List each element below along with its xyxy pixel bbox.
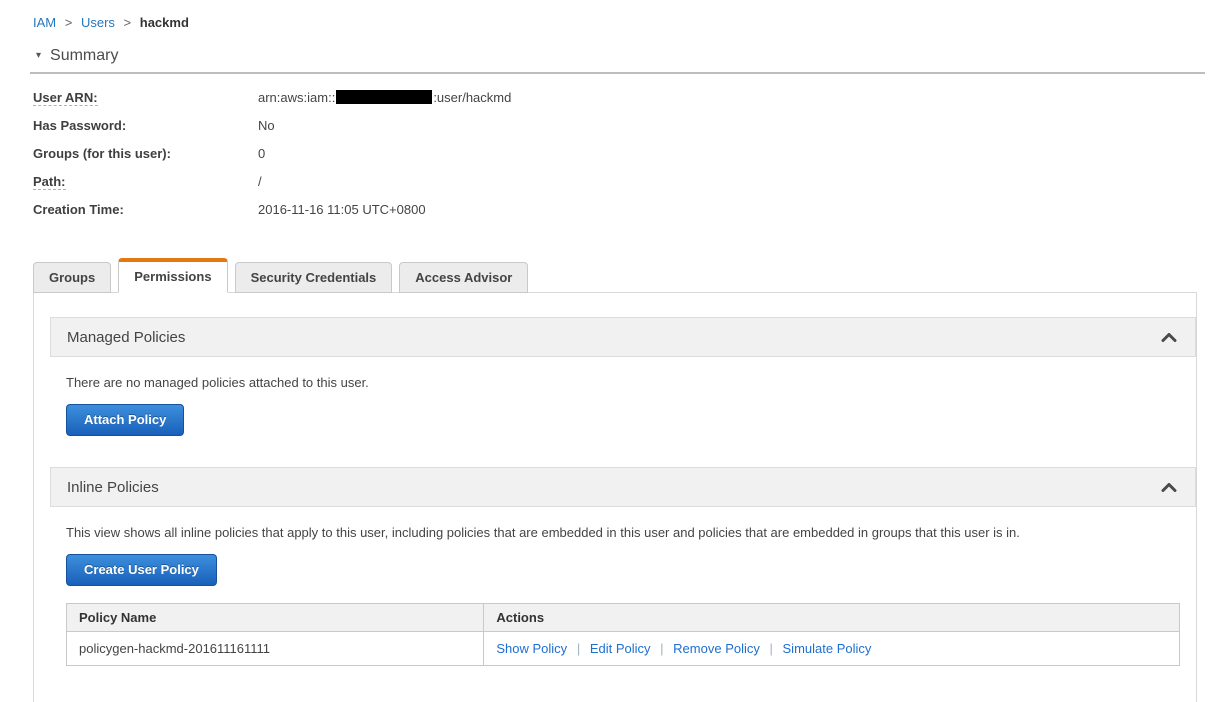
summary-row-groups: Groups (for this user): 0 [33,140,1214,168]
summary-title: Summary [50,47,119,64]
show-policy-link[interactable]: Show Policy [496,641,567,656]
managed-policies-empty-message: There are no managed policies attached t… [66,375,369,390]
edit-policy-link[interactable]: Edit Policy [590,641,651,656]
creation-time-value: 2016-11-16 11:05 UTC+0800 [258,202,426,217]
actions-column-header: Actions [483,603,1180,632]
has-password-value: No [258,118,275,133]
summary-row-has-password: Has Password: No [33,112,1214,140]
chevron-up-icon[interactable] [1161,332,1177,342]
permissions-tab-panel: Managed Policies There are no managed po… [33,292,1197,702]
summary-row-user-arn: User ARN: arn:aws:iam:::user/hackmd [33,84,1214,112]
summary-divider [30,72,1205,74]
summary-toggle[interactable]: ▾ Summary [36,47,118,65]
create-user-policy-button[interactable]: Create User Policy [66,554,217,586]
groups-value: 0 [258,146,266,161]
managed-policies-body: There are no managed policies attached t… [50,357,1196,459]
caret-down-icon: ▾ [36,50,42,61]
tab-access-advisor[interactable]: Access Advisor [399,262,529,293]
breadcrumb-separator: > [64,15,73,30]
tab-bar: Groups Permissions Security Credentials … [33,258,1214,293]
creation-time-label: Creation Time: [33,202,124,217]
table-row: policygen-hackmd-201611161111 Show Polic… [65,631,1180,666]
tab-security-credentials[interactable]: Security Credentials [234,262,393,293]
managed-policies-section: Managed Policies There are no managed po… [50,317,1196,459]
managed-policies-header[interactable]: Managed Policies [50,317,1196,357]
inline-policies-description: This view shows all inline policies that… [66,525,1020,540]
action-separator: | [660,641,664,656]
attach-policy-button[interactable]: Attach Policy [66,404,185,436]
policy-actions-cell: Show Policy | Edit Policy | Remove Polic… [483,631,1180,666]
path-label: Path: [33,174,66,190]
action-separator: | [576,641,581,656]
groups-label: Groups (for this user): [33,146,171,161]
user-arn-value: arn:aws:iam:::user/hackmd [258,90,512,105]
chevron-up-icon[interactable] [1161,482,1177,492]
path-value: / [258,174,262,189]
inline-policies-title: Inline Policies [67,478,159,496]
policy-name-column-header: Policy Name [65,603,485,632]
tab-groups[interactable]: Groups [33,262,112,293]
breadcrumb-separator: > [123,15,132,30]
breadcrumb-link-iam[interactable]: IAM [33,15,56,30]
summary-fields: User ARN: arn:aws:iam:::user/hackmd Has … [33,84,1214,224]
table-header-row: Policy Name Actions [65,603,1180,632]
inline-policies-section: Inline Policies This view shows all inli… [50,467,1196,689]
breadcrumb-current-user: hackmd [139,15,189,30]
policy-name-cell: policygen-hackmd-201611161111 [65,631,485,666]
inline-policies-table: Policy Name Actions policygen-hackmd-201… [65,603,1180,666]
breadcrumb: IAM > Users > hackmd [33,15,1214,30]
has-password-label: Has Password: [33,118,127,133]
inline-policies-header[interactable]: Inline Policies [50,467,1196,507]
summary-row-creation-time: Creation Time: 2016-11-16 11:05 UTC+0800 [33,196,1214,224]
summary-row-path: Path: / [33,168,1214,196]
redacted-account-id [336,90,433,104]
managed-policies-title: Managed Policies [67,328,186,346]
breadcrumb-link-users[interactable]: Users [81,15,115,30]
remove-policy-link[interactable]: Remove Policy [673,641,760,656]
user-arn-label: User ARN: [33,90,98,106]
inline-policies-body: This view shows all inline policies that… [50,507,1196,689]
tab-permissions[interactable]: Permissions [118,258,228,293]
action-separator: | [769,641,773,656]
simulate-policy-link[interactable]: Simulate Policy [783,641,872,656]
